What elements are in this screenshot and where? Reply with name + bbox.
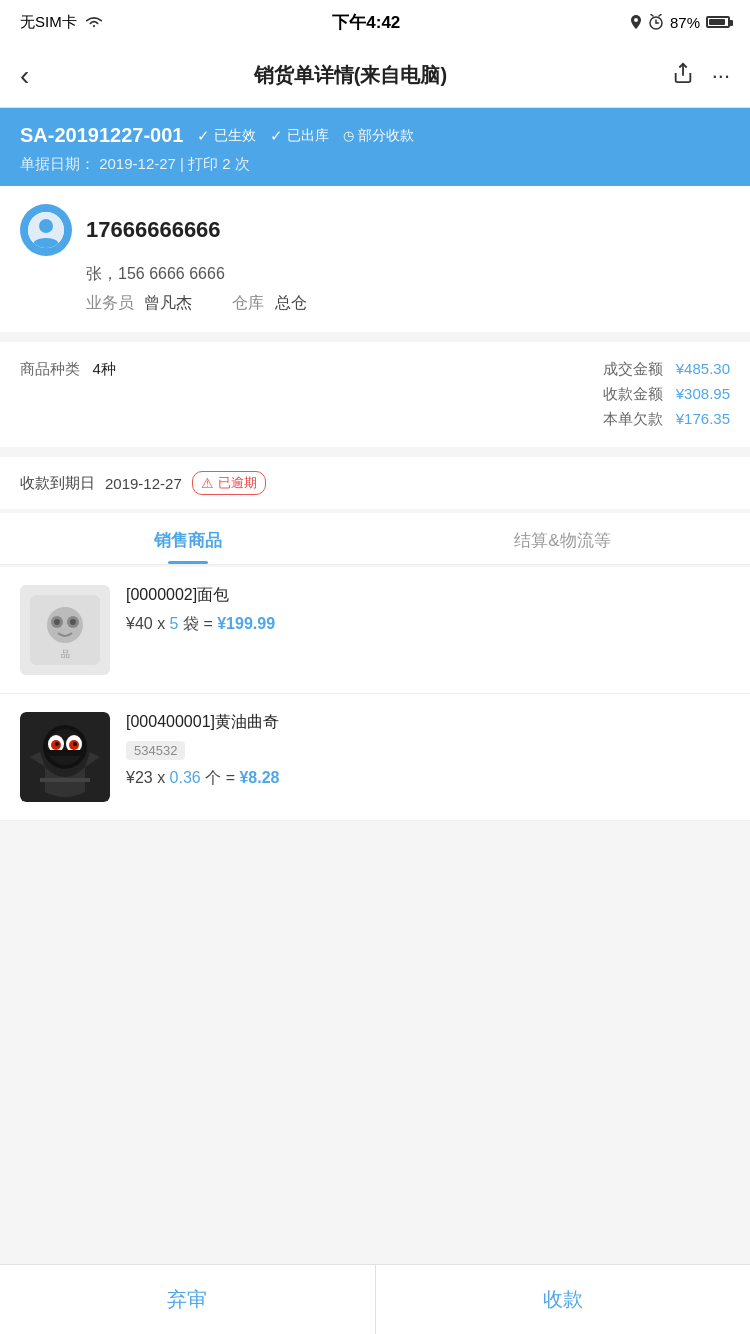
due-date: 2019-12-27	[105, 475, 182, 492]
overdue-icon: ⚠	[201, 475, 214, 491]
more-icon[interactable]: ···	[712, 63, 730, 89]
status-bar: 无SIM卡 下午4:42 87%	[0, 0, 750, 44]
svg-point-13	[54, 619, 60, 625]
badge-shipped: ✓ 已出库	[270, 127, 329, 145]
customer-section: 17666666666 张，156 6666 6666 业务员 曾凡杰 仓库 总…	[0, 186, 750, 332]
wifi-icon	[85, 15, 103, 29]
back-button[interactable]: ‹	[20, 60, 29, 92]
order-date-info: 单据日期： 2019-12-27 | 打印 2 次	[20, 155, 730, 174]
svg-rect-26	[45, 750, 85, 756]
alarm-icon	[648, 14, 664, 30]
svg-text:品: 品	[61, 649, 70, 659]
svg-point-0	[634, 18, 638, 22]
warehouse-info: 仓库 总仓	[232, 293, 306, 314]
product-name-2: [000400001]黄油曲奇	[126, 712, 730, 733]
product-tag-2: 534532	[126, 741, 185, 760]
customer-meta: 业务员 曾凡杰 仓库 总仓	[20, 293, 730, 314]
svg-point-24	[73, 742, 77, 746]
list-item: 品 [0000002]面包 ¥40 x 5 袋 = ¥199.99	[0, 567, 750, 694]
location-icon	[630, 14, 642, 30]
stats-left: 商品种类 4种	[20, 360, 116, 429]
product-price-1: ¥40 x 5 袋 = ¥199.99	[126, 614, 730, 635]
nav-bar: ‹ 销货单详情(来自电脑) ···	[0, 44, 750, 108]
debt-row: 本单欠款 ¥176.35	[603, 410, 730, 429]
tabs: 销售商品 结算&物流等	[0, 513, 750, 565]
bottom-bar: 弃审 收款	[0, 1264, 750, 1334]
discard-review-button[interactable]: 弃审	[0, 1265, 376, 1334]
svg-point-23	[55, 742, 59, 746]
stats-right: 成交金额 ¥485.30 收款金额 ¥308.95 本单欠款 ¥176.35	[603, 360, 730, 429]
header-banner: SA-20191227-001 ✓ 已生效 ✓ 已出库 ◷ 部分收款 单据日期：…	[0, 108, 750, 186]
share-icon[interactable]	[672, 62, 694, 90]
payment-button[interactable]: 收款	[376, 1265, 751, 1334]
list-item: [000400001]黄油曲奇 534532 ¥23 x 0.36 个 = ¥8…	[0, 694, 750, 821]
tab-products[interactable]: 销售商品	[0, 513, 375, 564]
carrier-text: 无SIM卡	[20, 13, 77, 32]
nav-actions: ···	[672, 62, 730, 90]
product-info-2: [000400001]黄油曲奇 534532 ¥23 x 0.36 个 = ¥8…	[126, 712, 730, 802]
battery-icon	[706, 16, 730, 28]
product-thumbnail-2	[20, 712, 110, 802]
status-time: 下午4:42	[332, 11, 400, 34]
stats-section: 商品种类 4种 成交金额 ¥485.30 收款金额 ¥308.95 本单欠款 ¥…	[0, 342, 750, 447]
received-row: 收款金额 ¥308.95	[603, 385, 730, 404]
order-id: SA-20191227-001	[20, 124, 183, 147]
battery-percent: 87%	[670, 14, 700, 31]
status-carrier: 无SIM卡	[20, 13, 103, 32]
tab-settlement[interactable]: 结算&物流等	[375, 513, 750, 564]
svg-point-14	[70, 619, 76, 625]
due-section: 收款到期日 2019-12-27 ⚠ 已逾期	[0, 457, 750, 509]
badge-partial-payment: ◷ 部分收款	[343, 127, 414, 145]
amount-row: 成交金额 ¥485.30	[603, 360, 730, 379]
svg-line-4	[651, 15, 653, 17]
customer-name: 17666666666	[86, 217, 221, 243]
avatar	[20, 204, 72, 256]
overdue-badge: ⚠ 已逾期	[192, 471, 266, 495]
product-kind: 商品种类 4种	[20, 360, 116, 379]
sales-info: 业务员 曾凡杰	[86, 293, 192, 314]
product-price-2: ¥23 x 0.36 个 = ¥8.28	[126, 768, 730, 789]
due-label: 收款到期日	[20, 474, 95, 493]
product-info-1: [0000002]面包 ¥40 x 5 袋 = ¥199.99	[126, 585, 730, 675]
svg-line-5	[659, 15, 661, 17]
status-icons: 87%	[630, 14, 730, 31]
page-title: 销货单详情(来自电脑)	[254, 62, 447, 89]
product-thumbnail-1: 品	[20, 585, 110, 675]
product-list: 品 [0000002]面包 ¥40 x 5 袋 = ¥199.99	[0, 567, 750, 821]
svg-point-8	[39, 219, 53, 233]
product-name-1: [0000002]面包	[126, 585, 730, 606]
customer-contact: 张，156 6666 6666	[20, 264, 730, 285]
badge-activated: ✓ 已生效	[197, 127, 256, 145]
